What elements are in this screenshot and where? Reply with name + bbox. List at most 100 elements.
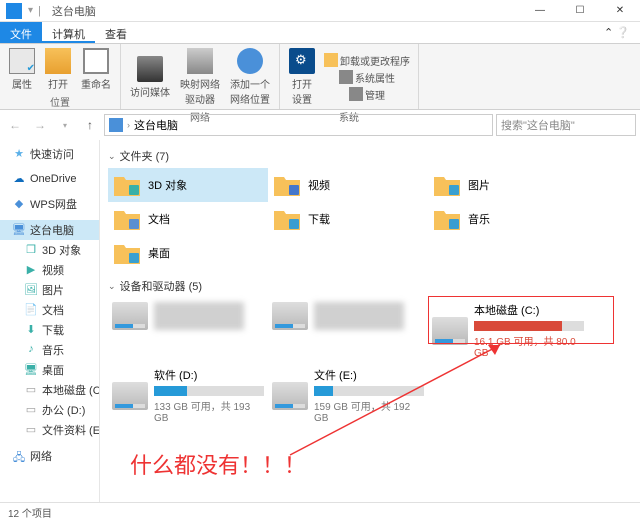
folders-section-header[interactable]: ⌄文件夹 (7) xyxy=(108,148,632,164)
access-media-button[interactable]: 访问媒体 xyxy=(125,46,175,108)
drive-icon xyxy=(112,382,148,410)
usage-bar xyxy=(474,321,584,331)
map-drive-button[interactable]: 映射网络 驱动器 xyxy=(175,46,225,108)
doc-icon: 📄 xyxy=(24,303,38,317)
chevron-down-icon: ⌄ xyxy=(108,281,116,292)
blurred-drive xyxy=(154,302,244,330)
app-icon xyxy=(6,3,22,19)
folder-icon xyxy=(272,205,302,233)
drive-item[interactable] xyxy=(268,298,428,363)
ribbon-group-location: ✔属性 打开 重命名 位置 xyxy=(0,44,121,109)
net-icon: 🖧 xyxy=(12,449,26,463)
folder-item[interactable]: 3D 对象 xyxy=(108,168,268,202)
item-count: 12 个项目 xyxy=(8,505,52,520)
folder-item[interactable]: 图片 xyxy=(428,168,588,202)
pc-icon xyxy=(109,118,123,132)
sidebar-item-drive[interactable]: ▭文件资料 (E:) xyxy=(0,420,99,440)
sidebar-item-3d[interactable]: ❒3D 对象 xyxy=(0,240,99,260)
music-icon: ♪ xyxy=(24,343,38,357)
sidebar-item-desk[interactable]: 🖥桌面 xyxy=(0,360,99,380)
address-text: 这台电脑 xyxy=(134,117,178,133)
menu-bar: 文件 计算机 查看 ⌃ ❔ xyxy=(0,22,640,44)
drives-grid: 本地磁盘 (C:)16.1 GB 可用，共 80.0 GB 软件 (D:)133 … xyxy=(108,298,632,428)
tab-computer[interactable]: 计算机 xyxy=(42,22,95,43)
ribbon-group-label: 位置 xyxy=(4,93,116,110)
sidebar-item-drive[interactable]: ▭办公 (D:) xyxy=(0,400,99,420)
tab-view[interactable]: 查看 xyxy=(95,22,137,43)
drive-item[interactable]: 软件 (D:)133 GB 可用，共 193 GB xyxy=(108,363,268,428)
folder-item[interactable]: 视频 xyxy=(268,168,428,202)
pic-icon: 🖼 xyxy=(24,283,38,297)
sidebar-item-pic[interactable]: 🖼图片 xyxy=(0,280,99,300)
properties-button[interactable]: ✔属性 xyxy=(4,46,40,93)
folder-icon xyxy=(112,171,142,199)
minimize-button[interactable]: — xyxy=(520,0,560,22)
ribbon-group-network: 访问媒体 映射网络 驱动器 添加一个 网络位置 网络 xyxy=(121,44,280,109)
open-button[interactable]: 打开 xyxy=(40,46,76,93)
uninstall-button[interactable]: 卸载或更改程序 xyxy=(320,52,414,69)
nav-recent-button[interactable]: ▾ xyxy=(54,114,76,136)
cloud-icon: ☁ xyxy=(12,172,26,186)
folder-icon xyxy=(112,205,142,233)
annotation-text: 什么都没有！！！ xyxy=(130,448,306,480)
ribbon: ✔属性 打开 重命名 位置 访问媒体 映射网络 驱动器 添加一个 网络位置 网络… xyxy=(0,44,640,110)
blurred-drive xyxy=(314,302,404,330)
wps-icon: ◆ xyxy=(12,197,26,211)
ribbon-help-icon[interactable]: ⌃ ❔ xyxy=(594,22,640,43)
search-placeholder: 搜索"这台电脑" xyxy=(501,117,575,133)
content-pane: ⌄文件夹 (7) 3D 对象视频图片文档下载音乐桌面 ⌄设备和驱动器 (5) 本… xyxy=(100,140,640,502)
titlebar: ▾ | 这台电脑 — ☐ ✕ xyxy=(0,0,640,22)
nav-up-button[interactable]: ↑ xyxy=(79,114,101,136)
sidebar-item-net[interactable]: 🖧网络 xyxy=(0,446,99,466)
drive-icon xyxy=(272,302,308,330)
title-tabs: ▾ | 这台电脑 xyxy=(26,0,104,22)
drive-item[interactable] xyxy=(108,298,268,363)
open-settings-button[interactable]: ⚙打开 设置 xyxy=(284,46,320,108)
drive-icon: ▭ xyxy=(24,423,38,437)
system-properties-button[interactable]: 系统属性 xyxy=(320,69,414,86)
folder-item[interactable]: 桌面 xyxy=(108,236,268,270)
qat-down-icon[interactable]: ▾ xyxy=(26,5,35,16)
sidebar-item-cloud[interactable]: ☁OneDrive xyxy=(0,170,99,188)
drive-icon: ▭ xyxy=(24,403,38,417)
nav-forward-button[interactable]: → xyxy=(29,114,51,136)
drive-icon: ▭ xyxy=(24,383,38,397)
address-box[interactable]: › 这台电脑 xyxy=(104,114,493,136)
sidebar-item-wps[interactable]: ◆WPS网盘 xyxy=(0,194,99,214)
main-area: ★快速访问☁OneDrive◆WPS网盘🖥这台电脑❒3D 对象▶视频🖼图片📄文档… xyxy=(0,140,640,502)
usage-bar xyxy=(154,386,264,396)
pc-icon: 🖥 xyxy=(12,223,26,237)
sidebar-item-video[interactable]: ▶视频 xyxy=(0,260,99,280)
folders-grid: 3D 对象视频图片文档下载音乐桌面 xyxy=(108,168,632,270)
sidebar-item-drive[interactable]: ▭本地磁盘 (C:) xyxy=(0,380,99,400)
maximize-button[interactable]: ☐ xyxy=(560,0,600,22)
folder-icon xyxy=(112,239,142,267)
drive-item[interactable]: 本地磁盘 (C:)16.1 GB 可用，共 80.0 GB xyxy=(428,298,588,363)
folder-item[interactable]: 音乐 xyxy=(428,202,588,236)
ribbon-group-system: ⚙打开 设置 卸载或更改程序 系统属性 管理 系统 xyxy=(280,44,419,109)
sidebar-item-music[interactable]: ♪音乐 xyxy=(0,340,99,360)
manage-button[interactable]: 管理 xyxy=(320,86,414,103)
address-bar: ← → ▾ ↑ › 这台电脑 搜索"这台电脑" xyxy=(0,110,640,140)
sidebar: ★快速访问 ☁OneDrive ◆WPS网盘 🖥这台电脑❒3D 对象▶视频🖼图片📄文档… xyxy=(0,140,100,502)
folder-item[interactable]: 文档 xyxy=(108,202,268,236)
desk-icon: 🖥 xyxy=(24,363,38,377)
rename-button[interactable]: 重命名 xyxy=(76,46,116,93)
tab-file[interactable]: 文件 xyxy=(0,22,42,43)
sidebar-item-doc[interactable]: 📄文档 xyxy=(0,300,99,320)
chevron-down-icon: ⌄ xyxy=(108,151,116,162)
sidebar-item-pc[interactable]: 🖥这台电脑 xyxy=(0,220,99,240)
sidebar-item-star[interactable]: ★快速访问 xyxy=(0,144,99,164)
folder-item[interactable]: 下载 xyxy=(268,202,428,236)
close-button[interactable]: ✕ xyxy=(600,0,640,22)
sidebar-item-dl[interactable]: ⬇下载 xyxy=(0,320,99,340)
dl-icon: ⬇ xyxy=(24,323,38,337)
video-icon: ▶ xyxy=(24,263,38,277)
add-network-location-button[interactable]: 添加一个 网络位置 xyxy=(225,46,275,108)
nav-back-button[interactable]: ← xyxy=(4,114,26,136)
drives-section-header[interactable]: ⌄设备和驱动器 (5) xyxy=(108,278,632,294)
folder-icon xyxy=(432,205,462,233)
drive-item[interactable]: 文件 (E:)159 GB 可用，共 192 GB xyxy=(268,363,428,428)
search-input[interactable]: 搜索"这台电脑" xyxy=(496,114,636,136)
drive-icon xyxy=(432,317,468,345)
